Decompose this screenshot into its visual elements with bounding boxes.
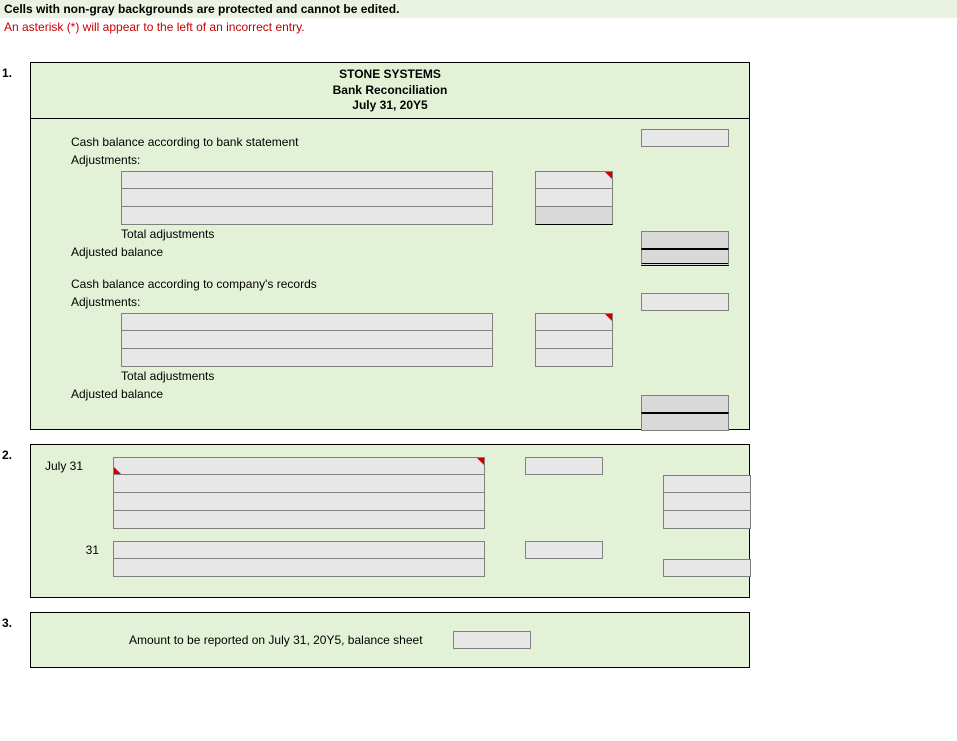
company-adjustments-label: Adjustments: xyxy=(43,295,737,309)
balance-sheet-amount-label: Amount to be reported on July 31, 20Y5, … xyxy=(129,633,423,647)
bank-adj-amount-input[interactable] xyxy=(535,171,613,189)
header-date: July 31, 20Y5 xyxy=(31,98,749,114)
journal-credit-input[interactable] xyxy=(663,475,751,493)
company-adj-amount-input[interactable] xyxy=(535,349,613,367)
bank-total-adj-label: Total adjustments xyxy=(43,227,737,241)
problem-number-2: 2. xyxy=(0,444,30,462)
bank-adj-desc-input[interactable] xyxy=(121,171,493,189)
bank-adj-desc-input[interactable] xyxy=(121,207,493,225)
journal-account-input[interactable] xyxy=(113,559,485,577)
comment-indicator-icon xyxy=(477,458,484,465)
company-adj-desc-input[interactable] xyxy=(121,349,493,367)
journal-date-1: July 31 xyxy=(43,459,113,473)
journal-credit-input[interactable] xyxy=(663,493,751,511)
notice-protected: Cells with non-gray backgrounds are prot… xyxy=(0,0,957,18)
company-adj-amount-input[interactable] xyxy=(535,331,613,349)
bank-adjusted-balance-label: Adjusted balance xyxy=(43,245,737,259)
bank-adjustments-label: Adjustments: xyxy=(43,153,737,167)
comment-indicator-icon xyxy=(605,172,612,179)
comment-indicator-icon xyxy=(605,314,612,321)
header-company: STONE SYSTEMS xyxy=(31,67,749,83)
section3-body: Amount to be reported on July 31, 20Y5, … xyxy=(31,613,749,667)
section2-body: July 31 xyxy=(31,445,749,597)
panel-section-3: Amount to be reported on July 31, 20Y5, … xyxy=(30,612,750,668)
header-title: Bank Reconciliation xyxy=(31,83,749,99)
problem-number-1: 1. xyxy=(0,62,30,80)
journal-account-input[interactable] xyxy=(113,511,485,529)
problem-number-3: 3. xyxy=(0,612,30,630)
journal-credit-input[interactable] xyxy=(663,511,751,529)
company-cash-balance-input[interactable] xyxy=(641,293,729,311)
company-total-adj-input[interactable] xyxy=(641,395,729,413)
company-adjusted-balance-label: Adjusted balance xyxy=(43,387,737,401)
journal-credit-input[interactable] xyxy=(663,559,751,577)
bank-cash-balance-label: Cash balance according to bank statement xyxy=(43,135,737,149)
journal-account-input[interactable] xyxy=(113,541,485,559)
company-total-adj-label: Total adjustments xyxy=(43,369,737,383)
bank-cash-balance-input[interactable] xyxy=(641,129,729,147)
company-adjusted-balance-input[interactable] xyxy=(641,413,729,431)
journal-account-input[interactable] xyxy=(113,475,485,493)
section1-body: Cash balance according to bank statement… xyxy=(31,119,749,429)
journal-date-2: 31 xyxy=(43,543,113,557)
journal-account-input[interactable] xyxy=(113,457,485,475)
company-cash-balance-label: Cash balance according to company's reco… xyxy=(43,277,737,291)
notice-asterisk: An asterisk (*) will appear to the left … xyxy=(0,18,957,36)
bank-total-adj-input[interactable] xyxy=(641,231,729,249)
panel-section-1: STONE SYSTEMS Bank Reconciliation July 3… xyxy=(30,62,750,430)
journal-account-input[interactable] xyxy=(113,493,485,511)
bank-adj-amount-input[interactable] xyxy=(535,207,613,225)
panel-section-2: July 31 xyxy=(30,444,750,598)
journal-debit-input[interactable] xyxy=(525,457,603,475)
comment-indicator-icon xyxy=(114,467,121,474)
section1-header: STONE SYSTEMS Bank Reconciliation July 3… xyxy=(31,63,749,119)
bank-adj-amount-input[interactable] xyxy=(535,189,613,207)
company-adj-desc-input[interactable] xyxy=(121,313,493,331)
bank-adj-desc-input[interactable] xyxy=(121,189,493,207)
balance-sheet-amount-input[interactable] xyxy=(453,631,531,649)
company-adj-amount-input[interactable] xyxy=(535,313,613,331)
journal-debit-input[interactable] xyxy=(525,541,603,559)
bank-adjusted-balance-input[interactable] xyxy=(641,249,729,266)
company-adj-desc-input[interactable] xyxy=(121,331,493,349)
